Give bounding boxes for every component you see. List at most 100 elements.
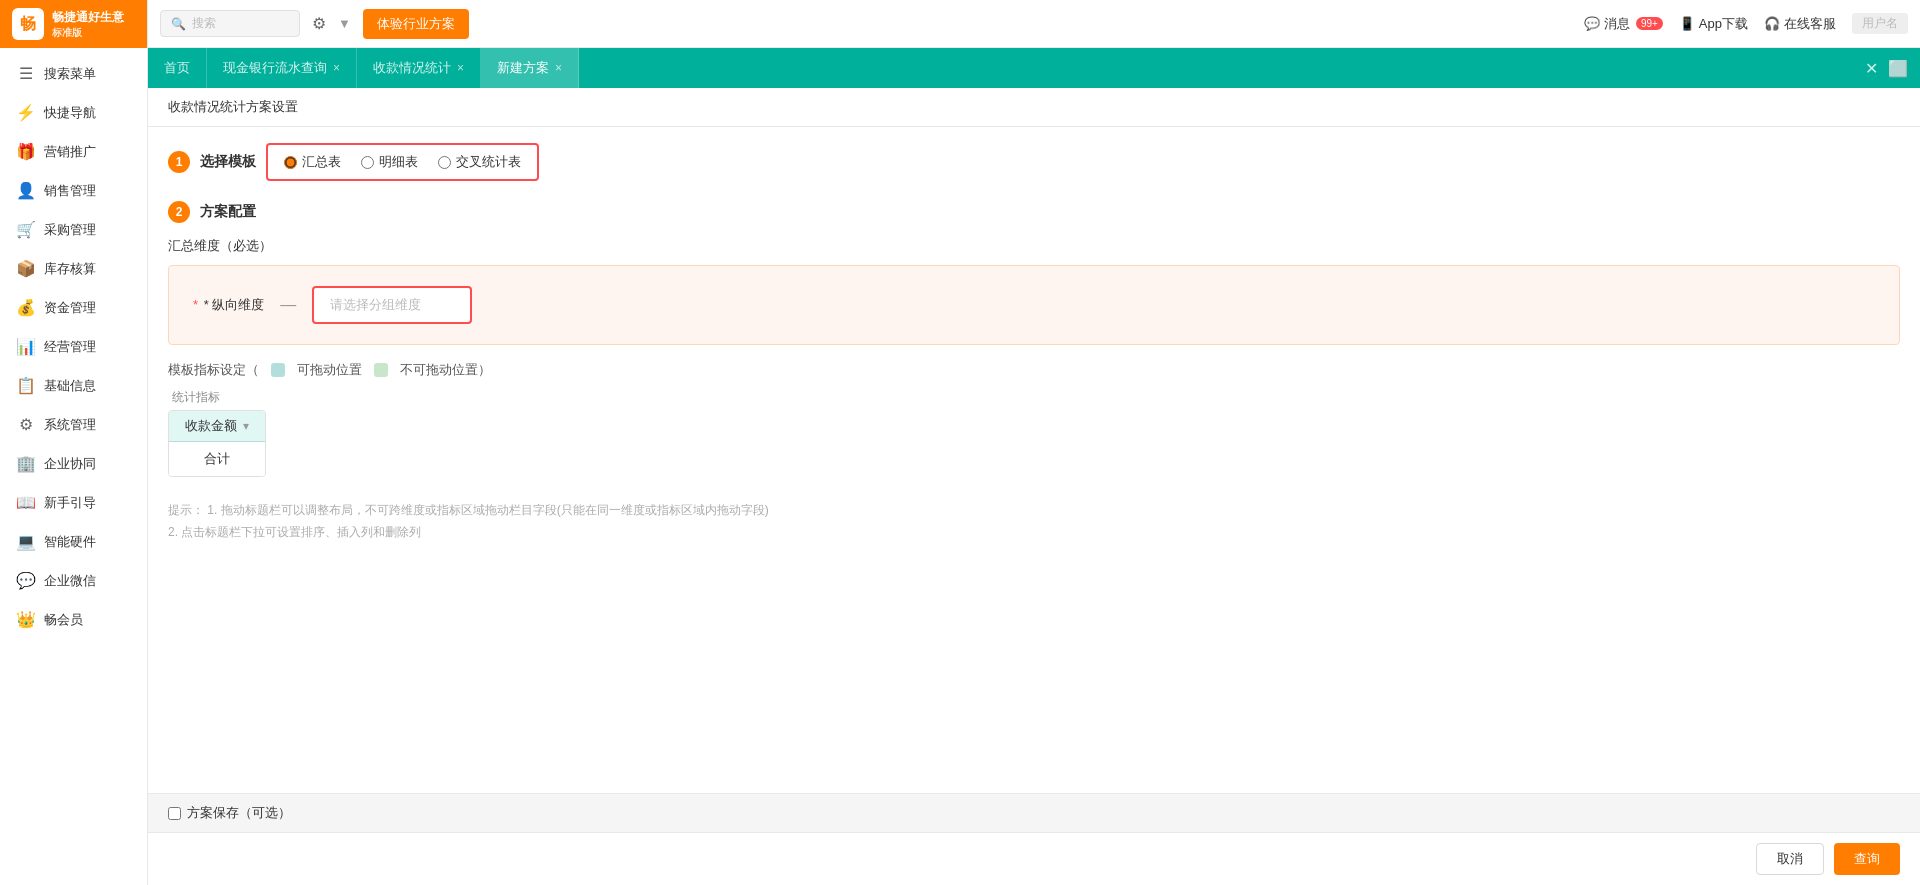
quick-nav-icon: ⚡ [16, 103, 36, 122]
sidebar-item-enterprise[interactable]: 🏢 企业协同 [0, 444, 147, 483]
sidebar-item-quick-nav[interactable]: ⚡ 快捷导航 [0, 93, 147, 132]
logo-icon: 畅 [12, 8, 44, 40]
radio-summary[interactable]: 汇总表 [284, 153, 341, 171]
sidebar-item-label: 新手引导 [44, 494, 96, 512]
chevron-down-icon: ▾ [243, 419, 249, 433]
template-radio-group: 汇总表 明细表 交叉统计表 [266, 143, 539, 181]
download-label: App下载 [1699, 15, 1748, 33]
save-plan-checkbox[interactable] [168, 807, 181, 820]
dimension-select[interactable]: 请选择分组维度 [312, 286, 472, 324]
step1-header: 1 选择模板 汇总表 明细表 交叉统计表 [168, 143, 1900, 181]
sidebar-item-wechat[interactable]: 💬 企业微信 [0, 561, 147, 600]
tab-new-plan-label: 新建方案 [497, 59, 549, 77]
sidebar-item-label: 畅会员 [44, 611, 83, 629]
sidebar-item-hardware[interactable]: 💻 智能硬件 [0, 522, 147, 561]
radio-cross-input[interactable] [438, 156, 451, 169]
marketing-icon: 🎁 [16, 142, 36, 161]
sidebar-item-label: 基础信息 [44, 377, 96, 395]
sidebar-item-label: 系统管理 [44, 416, 96, 434]
step1-section: 1 选择模板 汇总表 明细表 交叉统计表 [168, 143, 1900, 181]
guide-icon: 📖 [16, 493, 36, 512]
radio-summary-input[interactable] [284, 156, 297, 169]
sidebar-item-label: 库存核算 [44, 260, 96, 278]
tab-new-plan[interactable]: 新建方案 × [481, 48, 579, 88]
metrics-label-row: 模板指标设定（ 可拖动位置 不可拖动位置） [168, 361, 1900, 379]
radio-detail-input[interactable] [361, 156, 374, 169]
query-button[interactable]: 查询 [1834, 843, 1900, 875]
step2-section: 2 方案配置 汇总维度（必选） * * 纵向维度 — 请选 [168, 201, 1900, 543]
metrics-table-cell-total: 合计 [169, 442, 265, 476]
message-badge: 99+ [1636, 17, 1663, 30]
service-label: 在线客服 [1784, 15, 1836, 33]
sidebar-item-member[interactable]: 👑 畅会员 [0, 600, 147, 639]
sidebar-item-basic-info[interactable]: 📋 基础信息 [0, 366, 147, 405]
cancel-button[interactable]: 取消 [1756, 843, 1824, 875]
gear-icon[interactable]: ⚙ [312, 14, 326, 33]
window-controls: ✕ ⬜ [1853, 48, 1920, 88]
content-body: 1 选择模板 汇总表 明细表 交叉统计表 [148, 127, 1920, 793]
header-right: 💬 消息 99+ 📱 App下载 🎧 在线客服 用户名 [1584, 13, 1908, 34]
service-icon: 🎧 [1764, 16, 1780, 31]
purchase-icon: 🛒 [16, 220, 36, 239]
logo-text: 畅捷通好生意 [52, 9, 124, 26]
sidebar-item-search-menu[interactable]: ☰ 搜索菜单 [0, 54, 147, 93]
hint-1: 提示： 1. 拖动标题栏可以调整布局，不可跨维度或指标区域拖动栏目字段(只能在同… [168, 500, 1900, 522]
sidebar: 畅 畅捷通好生意 标准版 ☰ 搜索菜单 ⚡ 快捷导航 🎁 营销推广 👤 销售管理… [0, 0, 148, 885]
header-search-box[interactable]: 🔍 搜索 [160, 10, 300, 37]
page-breadcrumb: 收款情况统计方案设置 [148, 88, 1920, 127]
message-icon: 💬 [1584, 16, 1600, 31]
tab-receipt-stats-close[interactable]: × [457, 61, 464, 75]
summary-dimension-label: 汇总维度（必选） [168, 237, 1900, 255]
sidebar-item-inventory[interactable]: 📦 库存核算 [0, 249, 147, 288]
close-window-icon[interactable]: ✕ [1861, 59, 1882, 78]
radio-detail[interactable]: 明细表 [361, 153, 418, 171]
page-footer: 方案保存（可选） [148, 793, 1920, 832]
tab-cashflow[interactable]: 现金银行流水查询 × [207, 48, 357, 88]
sidebar-item-label: 经营管理 [44, 338, 96, 356]
step2-title: 方案配置 [200, 203, 256, 221]
sidebar-item-sales[interactable]: 👤 销售管理 [0, 171, 147, 210]
sidebar-item-marketing[interactable]: 🎁 营销推广 [0, 132, 147, 171]
wechat-icon: 💬 [16, 571, 36, 590]
enterprise-icon: 🏢 [16, 454, 36, 473]
industry-btn[interactable]: 体验行业方案 [363, 9, 469, 39]
user-item[interactable]: 用户名 [1852, 13, 1908, 34]
sales-icon: 👤 [16, 181, 36, 200]
main-area: 🔍 搜索 ⚙ ▼ 体验行业方案 💬 消息 99+ 📱 App下载 🎧 在线客服 … [148, 0, 1920, 885]
radio-cross[interactable]: 交叉统计表 [438, 153, 521, 171]
logo-badge: 标准版 [52, 26, 124, 40]
system-icon: ⚙ [16, 415, 36, 434]
sidebar-item-operations[interactable]: 📊 经营管理 [0, 327, 147, 366]
tab-receipt-stats[interactable]: 收款情况统计 × [357, 48, 481, 88]
sidebar-item-label: 搜索菜单 [44, 65, 96, 83]
tab-cashflow-close[interactable]: × [333, 61, 340, 75]
download-item[interactable]: 📱 App下载 [1679, 15, 1748, 33]
tab-bar: 首页 现金银行流水查询 × 收款情况统计 × 新建方案 × ✕ ⬜ [148, 48, 1920, 88]
sidebar-item-system[interactable]: ⚙ 系统管理 [0, 405, 147, 444]
sidebar-item-label: 快捷导航 [44, 104, 96, 122]
metrics-table: 收款金额 ▾ 合计 [168, 410, 266, 477]
service-item[interactable]: 🎧 在线客服 [1764, 15, 1836, 33]
tab-home[interactable]: 首页 [148, 48, 207, 88]
tab-new-plan-close[interactable]: × [555, 61, 562, 75]
maximize-window-icon[interactable]: ⬜ [1884, 59, 1912, 78]
member-icon: 👑 [16, 610, 36, 629]
sidebar-item-purchase[interactable]: 🛒 采购管理 [0, 210, 147, 249]
inventory-icon: 📦 [16, 259, 36, 278]
message-item[interactable]: 💬 消息 99+ [1584, 15, 1663, 33]
metrics-section: 模板指标设定（ 可拖动位置 不可拖动位置） 统计指标 收款金额 [168, 361, 1900, 480]
metrics-table-header[interactable]: 收款金额 ▾ [169, 411, 265, 442]
vertical-label-text: * 纵向维度 [204, 297, 265, 312]
sidebar-item-label: 营销推广 [44, 143, 96, 161]
sidebar-item-label: 销售管理 [44, 182, 96, 200]
chevron-down-icon: ▼ [338, 16, 351, 31]
message-label: 消息 [1604, 15, 1630, 33]
sidebar-item-label: 采购管理 [44, 221, 96, 239]
download-icon: 📱 [1679, 16, 1695, 31]
tab-home-label: 首页 [164, 59, 190, 77]
save-plan-checkbox-label[interactable]: 方案保存（可选） [168, 804, 291, 822]
vertical-label: * * 纵向维度 [193, 296, 264, 314]
sidebar-item-finance[interactable]: 💰 资金管理 [0, 288, 147, 327]
arrow-icon: — [280, 296, 296, 314]
sidebar-item-guide[interactable]: 📖 新手引导 [0, 483, 147, 522]
